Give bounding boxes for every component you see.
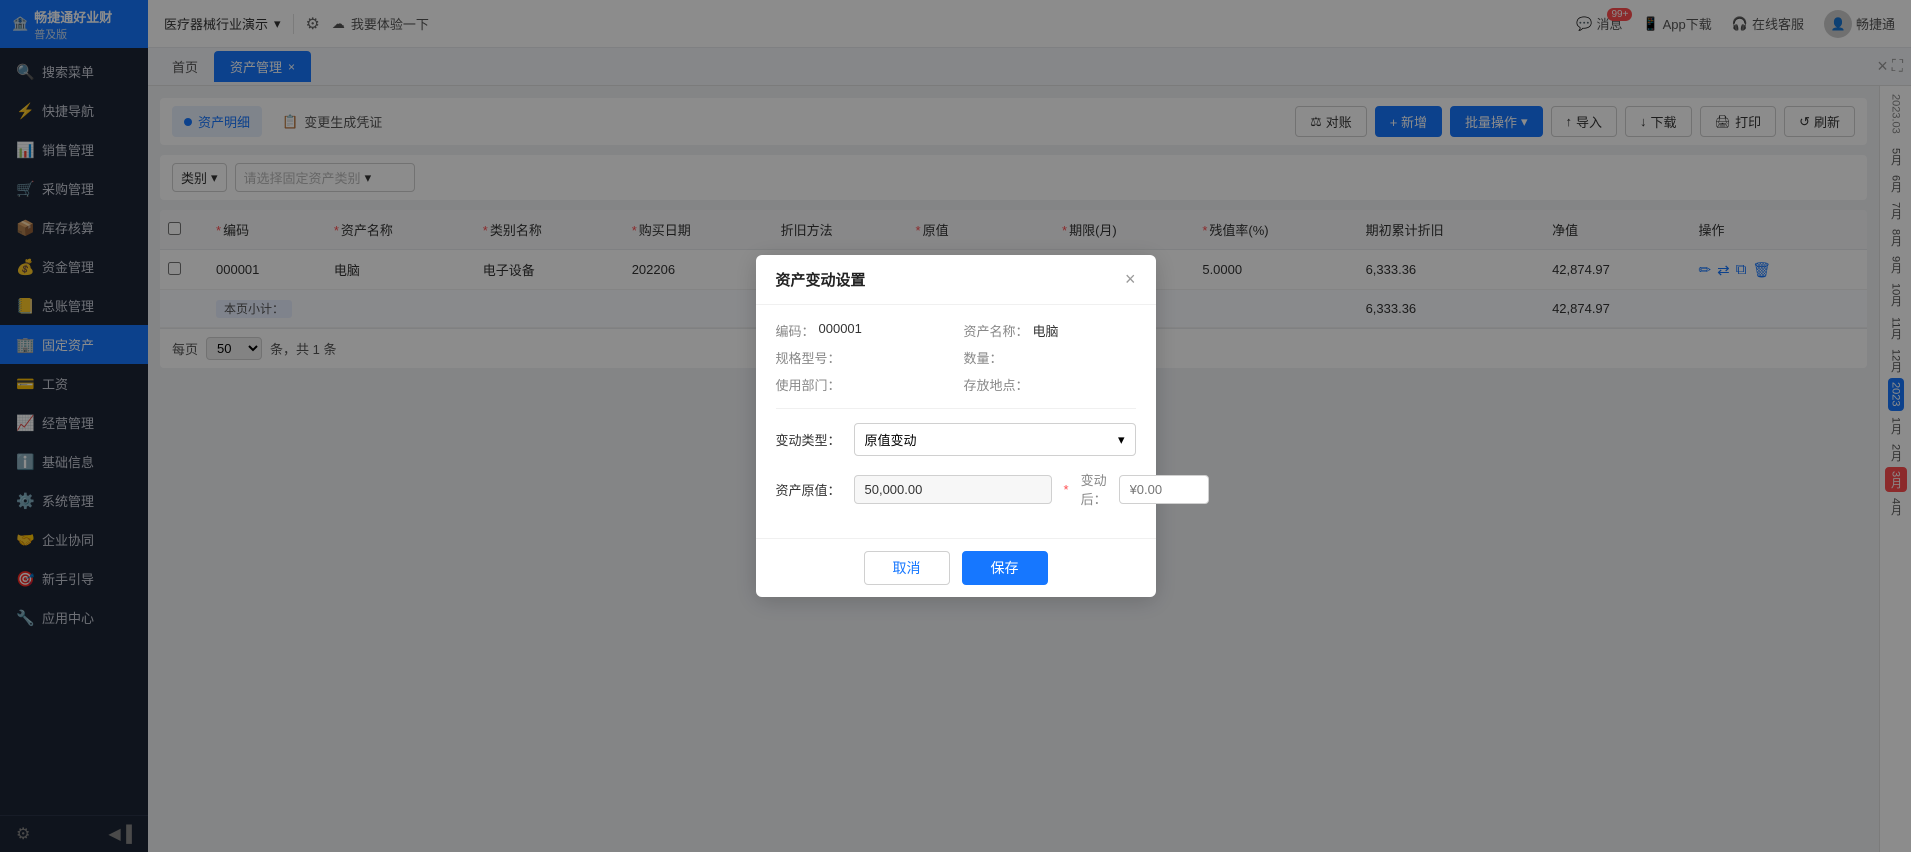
code-label: 编码： bbox=[776, 321, 815, 340]
modal-quantity-field: 数量： bbox=[964, 348, 1136, 367]
after-value-input[interactable] bbox=[1119, 475, 1209, 504]
original-value-field: 资产原值： * 变动后： bbox=[776, 470, 1136, 508]
modal-footer: 取消 保存 bbox=[756, 538, 1156, 597]
modal-overlay: 资产变动设置 × 编码： 000001 资产名称： 电脑 规格型号： 数量： bbox=[0, 0, 1911, 852]
quantity-label: 数量： bbox=[964, 348, 1003, 367]
modal-close-button[interactable]: × bbox=[1125, 269, 1136, 290]
change-type-select[interactable]: 原值变动 ▾ bbox=[854, 423, 1136, 456]
change-type-value: 原值变动 bbox=[865, 430, 917, 449]
modal-department-field: 使用部门： bbox=[776, 375, 948, 394]
asset-change-modal: 资产变动设置 × 编码： 000001 资产名称： 电脑 规格型号： 数量： bbox=[756, 255, 1156, 597]
code-value: 000001 bbox=[819, 321, 862, 340]
modal-title: 资产变动设置 bbox=[776, 269, 866, 290]
change-type-field: 变动类型： 原值变动 ▾ bbox=[776, 423, 1136, 456]
change-type-dropdown-icon: ▾ bbox=[1118, 432, 1125, 448]
modal-code-field: 编码： 000001 bbox=[776, 321, 948, 340]
original-value-label: 资产原值： bbox=[776, 480, 846, 499]
spec-label: 规格型号： bbox=[776, 348, 841, 367]
location-label: 存放地点： bbox=[964, 375, 1029, 394]
modal-info-grid: 编码： 000001 资产名称： 电脑 规格型号： 数量： 使用部门： bbox=[776, 321, 1136, 409]
modal-body: 编码： 000001 资产名称： 电脑 规格型号： 数量： 使用部门： bbox=[756, 305, 1156, 538]
modal-location-field: 存放地点： bbox=[964, 375, 1136, 394]
modal-name-field: 资产名称： 电脑 bbox=[964, 321, 1136, 340]
save-button[interactable]: 保存 bbox=[962, 551, 1048, 585]
asset-name-value: 电脑 bbox=[1033, 321, 1059, 340]
save-label: 保存 bbox=[991, 560, 1019, 576]
cancel-button[interactable]: 取消 bbox=[864, 551, 950, 585]
modal-spec-field: 规格型号： bbox=[776, 348, 948, 367]
required-after-star: * bbox=[1064, 482, 1069, 497]
change-type-label: 变动类型： bbox=[776, 430, 846, 449]
asset-name-label: 资产名称： bbox=[964, 321, 1029, 340]
after-label: 变动后： bbox=[1081, 470, 1107, 508]
cancel-label: 取消 bbox=[893, 560, 921, 576]
modal-header: 资产变动设置 × bbox=[756, 255, 1156, 305]
original-value-input bbox=[854, 475, 1052, 504]
department-label: 使用部门： bbox=[776, 375, 841, 394]
